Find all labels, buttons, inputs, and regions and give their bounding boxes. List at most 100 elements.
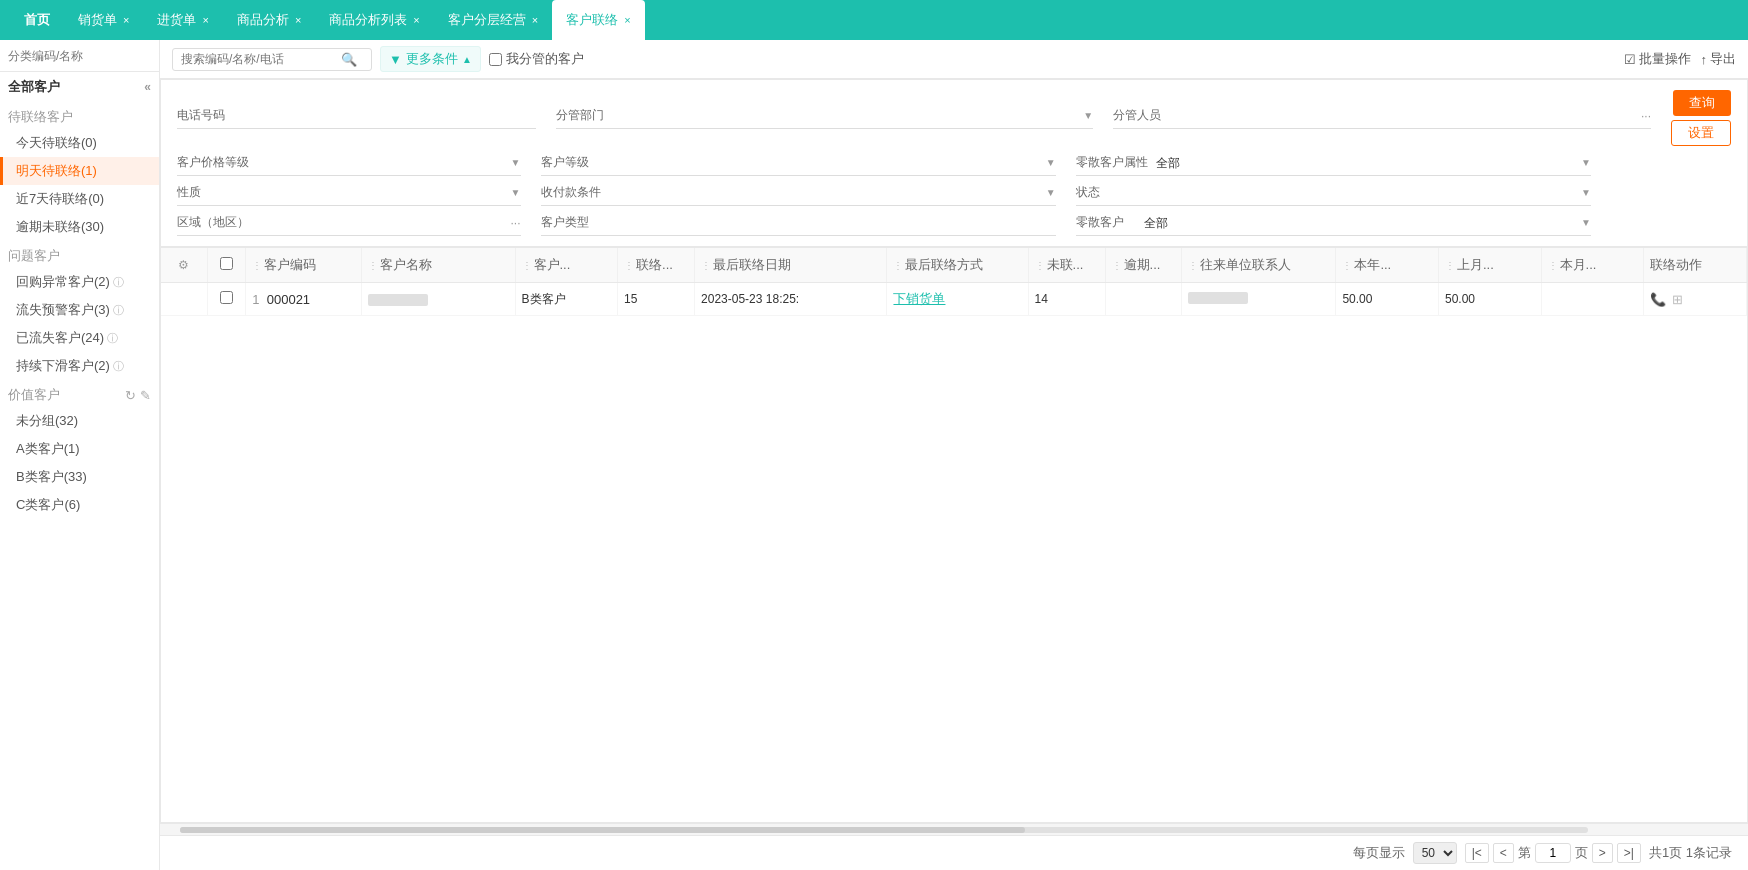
total-records: 共1页 1条记录 [1649, 844, 1732, 862]
sidebar-item-declining[interactable]: 持续下滑客户(2) ⓘ [0, 352, 159, 380]
sidebar-item-class-b[interactable]: B类客户(33) [0, 463, 159, 491]
close-icon[interactable]: × [532, 0, 538, 40]
all-customers-title[interactable]: 全部客户 « [0, 72, 159, 102]
person-input[interactable] [1181, 109, 1637, 123]
search-box[interactable]: 🔍 [172, 48, 372, 71]
column-this-month[interactable]: ⋮本月... [1541, 248, 1644, 283]
column-overdue[interactable]: ⋮逾期... [1105, 248, 1182, 283]
column-customer-name[interactable]: ⋮客户名称 [361, 248, 515, 283]
sidebar-item-class-a[interactable]: A类客户(1) [0, 435, 159, 463]
problem-group-title: 问题客户 [0, 241, 159, 268]
retail-customer-select[interactable]: 全部 [1144, 216, 1577, 230]
next-page-button[interactable]: > [1592, 843, 1613, 863]
customer-value-select[interactable] [257, 156, 507, 170]
page-navigation: |< < 第 页 > >| [1465, 843, 1641, 863]
sidebar-item-tomorrow-pending[interactable]: 明天待联络(1) [0, 157, 159, 185]
row-this-year: 50.00 [1336, 283, 1439, 316]
edit-icon[interactable]: ✎ [140, 388, 151, 403]
nav-product-analysis-list[interactable]: 商品分析列表 × [315, 0, 433, 40]
filter-retail-customer: 零散客户 全部 ▼ [1076, 214, 1591, 236]
sidebar-item-ungrouped[interactable]: 未分组(32) [0, 407, 159, 435]
close-icon[interactable]: × [413, 0, 419, 40]
close-icon[interactable]: × [624, 0, 630, 40]
payment-select[interactable] [609, 186, 1042, 200]
row-select-checkbox[interactable] [220, 291, 233, 304]
sidebar-item-repurchase-abnormal[interactable]: 回购异常客户(2) ⓘ [0, 268, 159, 296]
customer-level-select[interactable] [609, 156, 1042, 170]
more-options-icon[interactable]: ··· [1641, 109, 1651, 123]
column-last-month[interactable]: ⋮上月... [1439, 248, 1542, 283]
per-page-select[interactable]: 50 [1413, 842, 1457, 864]
more-filters-button[interactable]: ▼ 更多条件 ▲ [380, 46, 481, 72]
retail-attr-select[interactable]: 全部 [1156, 156, 1577, 170]
prev-page-button[interactable]: < [1493, 843, 1514, 863]
settings-button[interactable]: 设置 [1671, 120, 1731, 146]
horizontal-scrollbar[interactable] [180, 827, 1588, 833]
search-submit-icon[interactable]: 🔍 [341, 52, 357, 67]
column-settings[interactable]: ⚙ [161, 248, 207, 283]
filter-customer-type: 客户类型 [541, 214, 1056, 236]
nav-purchase-order[interactable]: 进货单 × [143, 0, 222, 40]
row-last-contact-method[interactable]: 下销货单 [887, 283, 1028, 316]
close-icon[interactable]: × [202, 0, 208, 40]
export-button[interactable]: ↑ 导出 [1701, 50, 1737, 68]
sidebar-item-churn-warning[interactable]: 流失预警客户(3) ⓘ [0, 296, 159, 324]
column-customer-type[interactable]: ⋮客户... [515, 248, 618, 283]
sidebar-item-overdue-pending[interactable]: 逾期未联络(30) [0, 213, 159, 241]
sidebar-item-churned[interactable]: 已流失客户(24) ⓘ [0, 324, 159, 352]
refresh-icon[interactable]: ↻ [125, 388, 136, 403]
footer: 每页显示 50 |< < 第 页 > >| 共1页 1条记录 [160, 835, 1748, 870]
nav-sales-order[interactable]: 销货单 × [64, 0, 143, 40]
column-unit-contacts[interactable]: ⋮往来单位联系人 [1182, 248, 1336, 283]
action-phone-icon[interactable]: 📞 [1650, 292, 1666, 307]
last-page-button[interactable]: >| [1617, 843, 1641, 863]
column-not-contacted[interactable]: ⋮未联... [1028, 248, 1105, 283]
sidebar-item-class-c[interactable]: C类客户(6) [0, 491, 159, 519]
nav-customer-layered[interactable]: 客户分层经营 × [434, 0, 552, 40]
scrollbar-thumb[interactable] [180, 827, 1025, 833]
filter-actions: 查询 设置 [1671, 90, 1731, 146]
status-select[interactable] [1144, 186, 1577, 200]
sidebar-search-box[interactable]: 🔍 [0, 40, 159, 72]
sidebar-item-7days-pending[interactable]: 近7天待联络(0) [0, 185, 159, 213]
batch-operation-button[interactable]: ☑ 批量操作 [1624, 50, 1691, 68]
nature-select[interactable] [245, 186, 507, 200]
column-this-year[interactable]: ⋮本年... [1336, 248, 1439, 283]
customer-type-select[interactable] [609, 216, 1056, 230]
sidebar-search-input[interactable] [8, 49, 158, 63]
column-checkbox[interactable] [207, 248, 245, 283]
region-input[interactable] [257, 216, 506, 230]
row-action-icons: 📞 ⊞ [1644, 283, 1747, 316]
collapse-icon[interactable]: « [144, 80, 151, 94]
value-group-title: 价值客户 ↻ ✎ [0, 380, 159, 407]
row-checkbox[interactable] [207, 283, 245, 316]
action-grid-icon[interactable]: ⊞ [1672, 292, 1683, 307]
nav-product-analysis[interactable]: 商品分析 × [223, 0, 315, 40]
filter-icon: ▼ [389, 52, 402, 67]
row-overdue [1105, 283, 1182, 316]
my-customers-check-input[interactable] [489, 53, 502, 66]
column-last-contact-date[interactable]: ⋮最后联络日期 [695, 248, 887, 283]
first-page-button[interactable]: |< [1465, 843, 1489, 863]
sidebar-item-today-pending[interactable]: 今天待联络(0) [0, 129, 159, 157]
chevron-down-icon: ▼ [1581, 217, 1591, 228]
column-contacts[interactable]: ⋮联络... [618, 248, 695, 283]
my-customers-checkbox[interactable]: 我分管的客户 [489, 50, 584, 68]
export-icon: ↑ [1701, 52, 1708, 67]
search-input[interactable] [181, 52, 341, 66]
close-icon[interactable]: × [123, 0, 129, 40]
dept-select[interactable] [624, 109, 1080, 123]
phone-input[interactable] [245, 109, 536, 123]
page-number-input[interactable] [1535, 843, 1571, 863]
nav-customer-contact[interactable]: 客户联络 × [552, 0, 644, 40]
column-customer-code[interactable]: ⋮客户编码 [246, 248, 361, 283]
close-icon[interactable]: × [295, 0, 301, 40]
query-button[interactable]: 查询 [1673, 90, 1731, 116]
chevron-down-icon: ▼ [1581, 157, 1591, 168]
filter-row-4: 区域（地区） ··· 客户类型 零散客户 全部 ▼ [177, 214, 1731, 236]
nav-home[interactable]: 首页 [10, 0, 64, 40]
select-all-checkbox[interactable] [220, 257, 233, 270]
column-last-contact-method[interactable]: ⋮最后联络方式 [887, 248, 1028, 283]
blurred-name: Ea [368, 294, 428, 306]
more-options-icon[interactable]: ··· [510, 216, 520, 230]
